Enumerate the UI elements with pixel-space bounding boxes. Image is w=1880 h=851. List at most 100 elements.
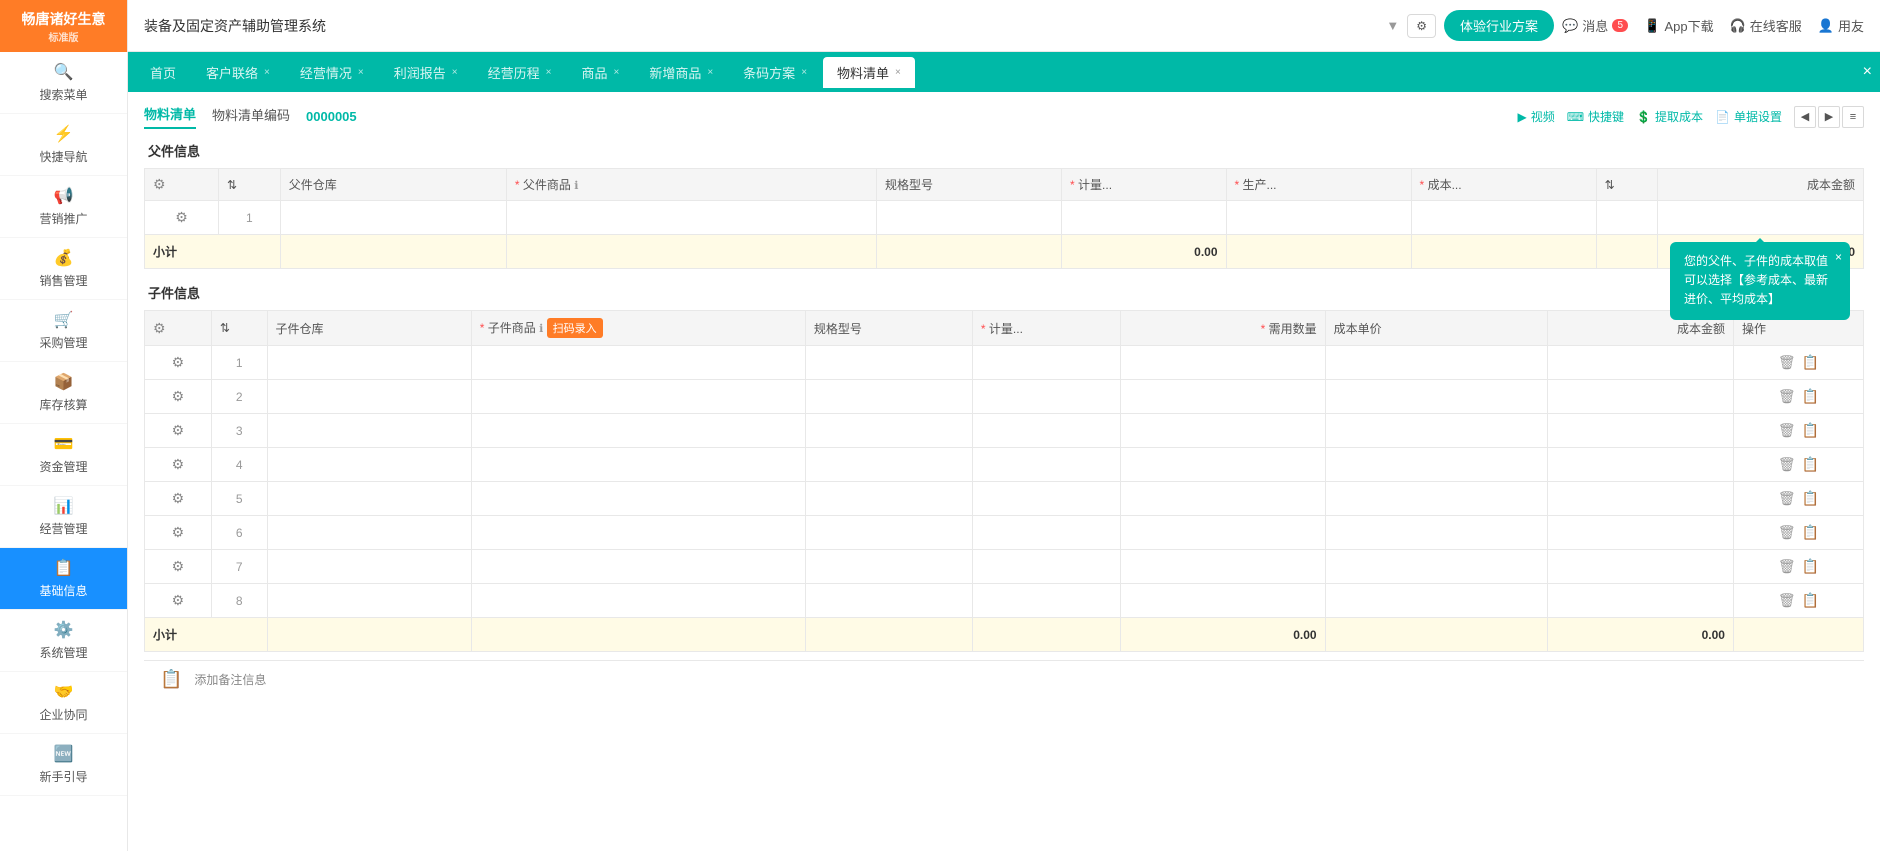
copy-row-icon[interactable]: 📋	[1802, 524, 1819, 541]
sidebar-item-system[interactable]: ⚙️ 系统管理	[0, 610, 127, 672]
tab-new-product-close[interactable]: ×	[707, 67, 713, 78]
child-row-unit-cost-cell[interactable]	[1325, 380, 1548, 414]
app-download-button[interactable]: 📱 App下载	[1644, 16, 1713, 35]
child-row-unit-cost-cell[interactable]	[1325, 482, 1548, 516]
child-row-qty-cell[interactable]	[1121, 414, 1325, 448]
child-row-product-cell[interactable]	[471, 380, 805, 414]
child-row-measure-cell[interactable]	[972, 380, 1121, 414]
close-all-tabs-button[interactable]: ×	[1863, 63, 1872, 81]
delete-row-icon[interactable]: 🗑	[1778, 524, 1796, 541]
copy-row-icon[interactable]: 📋	[1802, 422, 1819, 439]
sidebar-item-search[interactable]: 🔍 搜索菜单	[0, 52, 127, 114]
tab-product-close[interactable]: ×	[613, 67, 619, 78]
tab-barcode[interactable]: 条码方案 ×	[729, 57, 821, 88]
delete-row-icon[interactable]: 🗑	[1778, 422, 1796, 439]
copy-row-icon[interactable]: 📋	[1802, 592, 1819, 609]
child-row-product-cell[interactable]	[471, 550, 805, 584]
page-tab-bom-list[interactable]: 物料清单	[144, 104, 196, 129]
child-row-qty-cell[interactable]	[1121, 550, 1325, 584]
parent-row-warehouse-cell[interactable]	[280, 201, 506, 235]
tab-new-product[interactable]: 新增商品 ×	[635, 57, 727, 88]
info-icon[interactable]: ℹ	[574, 180, 578, 192]
row-settings-icon[interactable]: ⚙	[172, 354, 185, 370]
parent-row-production-cell[interactable]	[1226, 201, 1411, 235]
child-row-qty-cell[interactable]	[1121, 380, 1325, 414]
scan-input-button[interactable]: 扫码录入	[547, 318, 603, 338]
settings-gear-icon[interactable]: ⚙	[153, 176, 166, 192]
settings-button[interactable]: ⚙	[1407, 14, 1436, 38]
child-row-spec-cell[interactable]	[805, 584, 972, 618]
parent-row-measure-cell[interactable]	[1062, 201, 1226, 235]
delete-row-icon[interactable]: 🗑	[1778, 592, 1796, 609]
child-row-unit-cost-cell[interactable]	[1325, 346, 1548, 380]
view-action[interactable]: ▶ 视频	[1517, 108, 1554, 125]
child-row-warehouse-cell[interactable]	[267, 482, 471, 516]
child-row-spec-cell[interactable]	[805, 346, 972, 380]
row-settings-icon[interactable]: ⚙	[172, 422, 185, 438]
sidebar-item-purchase[interactable]: 🛒 采购管理	[0, 300, 127, 362]
single-settings-action[interactable]: 📄 单据设置	[1715, 108, 1782, 125]
user-avatar-button[interactable]: 👤 用友	[1818, 16, 1864, 35]
child-row-measure-cell[interactable]	[972, 346, 1121, 380]
child-row-qty-cell[interactable]	[1121, 346, 1325, 380]
delete-row-icon[interactable]: 🗑	[1778, 456, 1796, 473]
child-row-measure-cell[interactable]	[972, 584, 1121, 618]
child-row-unit-cost-cell[interactable]	[1325, 414, 1548, 448]
copy-row-icon[interactable]: 📋	[1802, 388, 1819, 405]
sidebar-item-inventory[interactable]: 📦 库存核算	[0, 362, 127, 424]
row-settings-icon[interactable]: ⚙	[172, 558, 185, 574]
parent-row-spec-cell[interactable]	[876, 201, 1061, 235]
delete-row-icon[interactable]: 🗑	[1778, 558, 1796, 575]
message-button[interactable]: 💬 消息 5	[1562, 16, 1628, 35]
row-settings-icon[interactable]: ⚙	[172, 524, 185, 540]
page-tab-bom-code[interactable]: 物料清单编码	[212, 105, 290, 128]
sidebar-item-operations[interactable]: 📊 经营管理	[0, 486, 127, 548]
child-row-product-cell[interactable]	[471, 346, 805, 380]
row-settings-icon[interactable]: ⚙	[172, 456, 185, 472]
parent-row-product-cell[interactable]	[506, 201, 876, 235]
delete-row-icon[interactable]: 🗑	[1778, 354, 1796, 371]
child-row-unit-cost-cell[interactable]	[1325, 550, 1548, 584]
delete-row-icon[interactable]: 🗑	[1778, 388, 1796, 405]
row-settings-icon[interactable]: ⚙	[172, 490, 185, 506]
child-row-product-cell[interactable]	[471, 516, 805, 550]
sidebar-item-guide[interactable]: 🆕 新手引导	[0, 734, 127, 796]
tab-operations-close[interactable]: ×	[358, 67, 364, 78]
tab-bom-close[interactable]: ×	[895, 67, 901, 78]
row-settings-icon[interactable]: ⚙	[175, 209, 188, 225]
child-row-measure-cell[interactable]	[972, 414, 1121, 448]
sidebar-item-marketing[interactable]: 📢 营销推广	[0, 176, 127, 238]
child-row-product-cell[interactable]	[471, 414, 805, 448]
child-row-qty-cell[interactable]	[1121, 584, 1325, 618]
sidebar-item-quick-nav[interactable]: ⚡ 快捷导航	[0, 114, 127, 176]
child-row-spec-cell[interactable]	[805, 414, 972, 448]
extract-cost-action[interactable]: 💲 提取成本	[1636, 108, 1703, 125]
shortcut-action[interactable]: ⌨ 快捷键	[1567, 108, 1624, 125]
row-settings-icon[interactable]: ⚙	[172, 388, 185, 404]
tab-home[interactable]: 首页	[136, 57, 190, 88]
child-row-product-cell[interactable]	[471, 448, 805, 482]
child-row-warehouse-cell[interactable]	[267, 346, 471, 380]
copy-row-icon[interactable]: 📋	[1802, 456, 1819, 473]
child-row-warehouse-cell[interactable]	[267, 584, 471, 618]
copy-row-icon[interactable]: 📋	[1802, 490, 1819, 507]
grid-view-button[interactable]: ≡	[1842, 106, 1864, 128]
child-row-product-cell[interactable]	[471, 482, 805, 516]
child-row-spec-cell[interactable]	[805, 380, 972, 414]
delete-row-icon[interactable]: 🗑	[1778, 490, 1796, 507]
child-row-warehouse-cell[interactable]	[267, 550, 471, 584]
child-row-warehouse-cell[interactable]	[267, 448, 471, 482]
row-settings-icon[interactable]: ⚙	[172, 592, 185, 608]
tab-customer-close[interactable]: ×	[264, 67, 270, 78]
child-row-measure-cell[interactable]	[972, 448, 1121, 482]
tab-customer[interactable]: 客户联络 ×	[192, 57, 284, 88]
parent-row-cost-cell[interactable]	[1411, 201, 1596, 235]
child-row-spec-cell[interactable]	[805, 550, 972, 584]
tab-product[interactable]: 商品 ×	[567, 57, 633, 88]
next-page-button[interactable]: ▶	[1818, 106, 1840, 128]
child-row-measure-cell[interactable]	[972, 550, 1121, 584]
tab-profit[interactable]: 利润报告 ×	[380, 57, 472, 88]
child-row-spec-cell[interactable]	[805, 448, 972, 482]
child-row-unit-cost-cell[interactable]	[1325, 584, 1548, 618]
child-row-spec-cell[interactable]	[805, 516, 972, 550]
